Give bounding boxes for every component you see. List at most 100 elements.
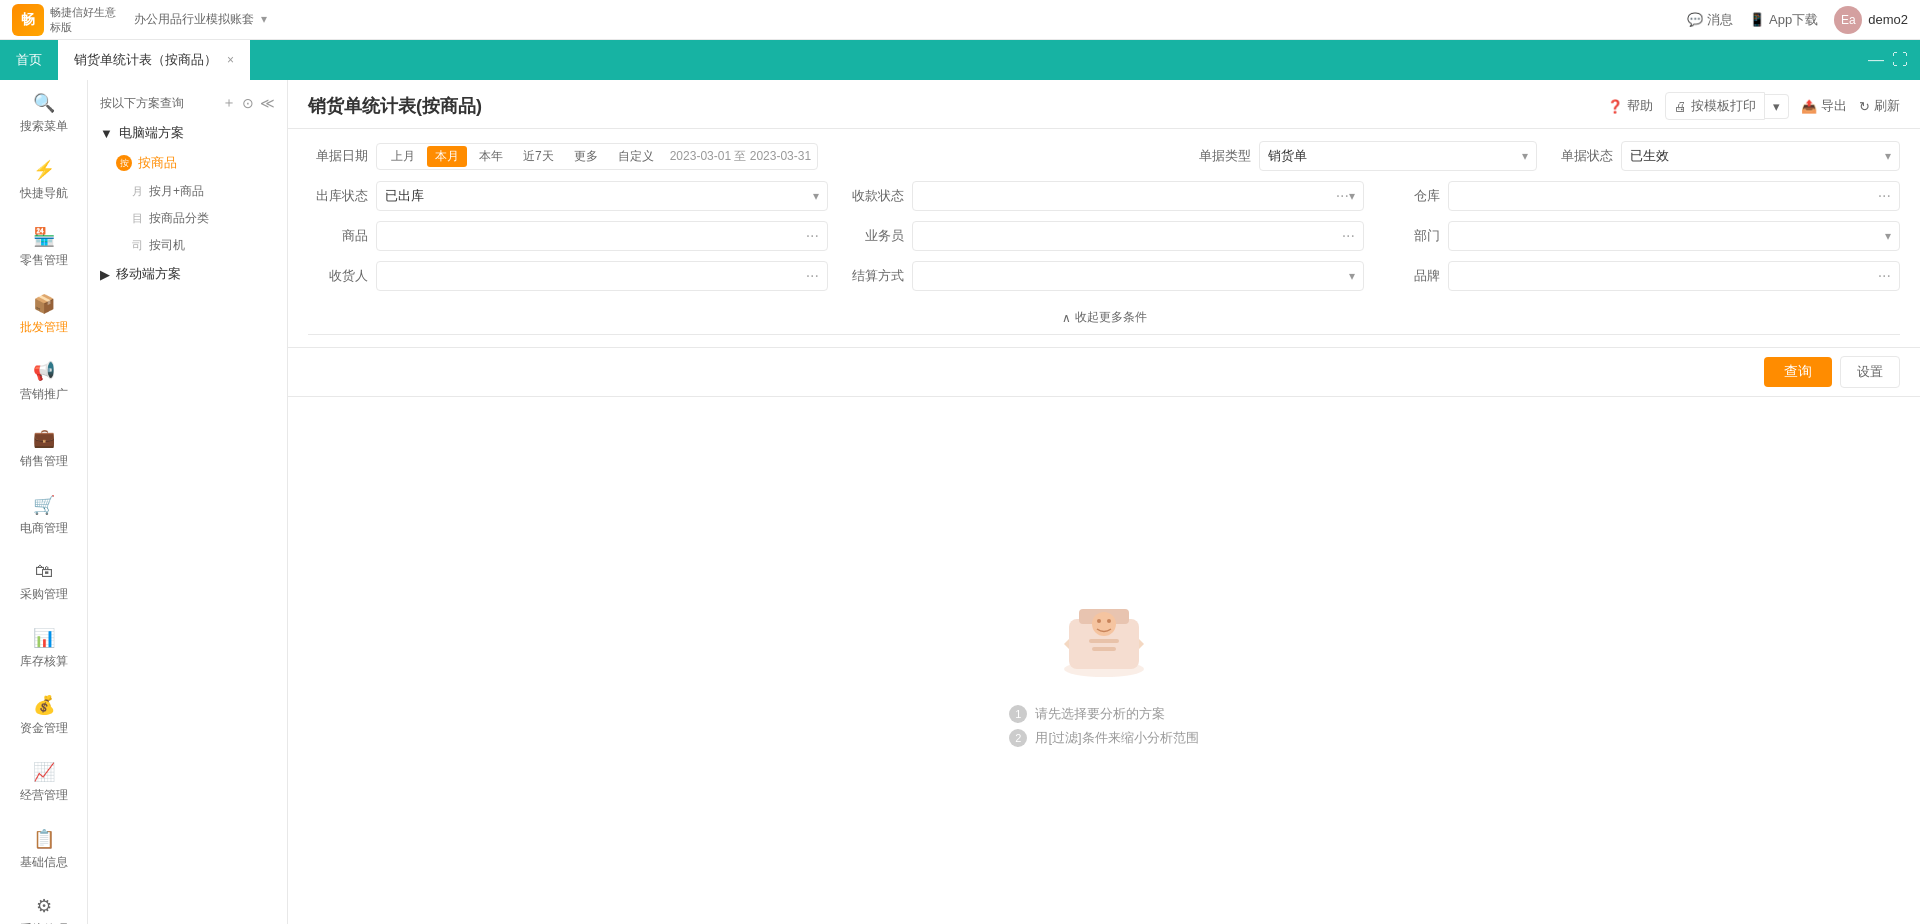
topbar-subtitle: 办公用品行业模拟账套 ▾ — [134, 11, 267, 28]
scheme-collapse-icon[interactable]: ≪ — [260, 95, 275, 111]
goods-dots-icon[interactable]: ··· — [806, 227, 819, 245]
goods-select[interactable]: ··· — [376, 221, 828, 251]
sidebar-item-operations[interactable]: 📈 经营管理 — [0, 749, 87, 816]
filter-row-3: 商品 ··· 业务员 ··· 部门 — [308, 221, 1900, 251]
print-icon: 🖨 — [1674, 99, 1687, 114]
scheme-settings-icon[interactable]: ⊙ — [242, 95, 254, 111]
refresh-button[interactable]: ↻ 刷新 — [1859, 97, 1900, 115]
scheme-add-icon[interactable]: ＋ — [222, 94, 236, 112]
purchase-icon: 🛍 — [4, 561, 83, 582]
payment-status-arrow-icon: ▾ — [1349, 189, 1355, 203]
date-7days-btn[interactable]: 近7天 — [515, 146, 562, 167]
doctype-select[interactable]: 销货单 ▾ — [1259, 141, 1538, 171]
tab-minimize-icon[interactable]: — — [1868, 51, 1884, 69]
outstatus-label: 出库状态 — [308, 187, 368, 205]
outstatus-select[interactable]: 已出库 ▾ — [376, 181, 828, 211]
salesperson-select[interactable]: ··· — [912, 221, 1364, 251]
tab-close-icon[interactable]: × — [227, 53, 234, 67]
sidebar-item-search[interactable]: 🔍 搜索菜单 — [0, 80, 87, 147]
finance-icon: 💰 — [4, 694, 83, 716]
user-avatar-area[interactable]: Ea demo2 — [1834, 6, 1908, 34]
help-button[interactable]: ❓ 帮助 — [1607, 97, 1653, 115]
export-button[interactable]: 📤 导出 — [1801, 97, 1847, 115]
consignee-dots-icon[interactable]: ··· — [806, 267, 819, 285]
main-panel: 销货单统计表(按商品) ❓ 帮助 🖨 按模板打印 ▾ 📤 — [288, 80, 1920, 924]
warehouse-dots-icon[interactable]: ··· — [1878, 187, 1891, 205]
scheme-panel-header: 按以下方案查询 ＋ ⊙ ≪ — [88, 88, 287, 118]
scheme-group-pc-title[interactable]: ▼ 电脑端方案 — [88, 118, 287, 148]
filter-brand-field: 品牌 ··· — [1380, 261, 1900, 291]
date-more-btn[interactable]: 更多 — [566, 146, 606, 167]
settings-button[interactable]: 设置 — [1840, 356, 1900, 388]
sidebar-item-retail[interactable]: 🏪 零售管理 — [0, 214, 87, 281]
scheme-group-mobile-title[interactable]: ▶ 移动端方案 — [88, 259, 287, 289]
sidebar-item-sales[interactable]: 💼 销售管理 — [0, 415, 87, 482]
svg-rect-7 — [1092, 647, 1116, 651]
scheme-item-by-goods[interactable]: 按 按商品 — [88, 148, 287, 178]
print-button[interactable]: 🖨 按模板打印 — [1665, 92, 1765, 120]
date-custom-btn[interactable]: 自定义 — [610, 146, 662, 167]
collapse-btn[interactable]: ∧ 收起更多条件 — [1062, 309, 1147, 326]
print-button-group: 🖨 按模板打印 ▾ — [1665, 92, 1789, 120]
filter-area: 单据日期 上月 本月 本年 近7天 更多 自定义 2023-03-01 至 20… — [288, 129, 1920, 348]
sidebar-item-purchase[interactable]: 🛍 采购管理 — [0, 549, 87, 615]
brand-select[interactable]: ··· — [1448, 261, 1900, 291]
consignee-select[interactable]: ··· — [376, 261, 828, 291]
sidebar-item-inventory[interactable]: 📊 库存核算 — [0, 615, 87, 682]
payment-status-label: 收款状态 — [844, 187, 904, 205]
warehouse-label: 仓库 — [1380, 187, 1440, 205]
sidebar-item-wholesale[interactable]: 📦 批发管理 — [0, 281, 87, 348]
tab-maximize-icon[interactable]: ⛶ — [1892, 51, 1908, 69]
warehouse-select[interactable]: ··· — [1448, 181, 1900, 211]
app-download-button[interactable]: 📱 App下载 — [1749, 11, 1818, 29]
svg-point-5 — [1107, 619, 1111, 623]
scheme-item-by-month-goods[interactable]: 月 按月+商品 — [88, 178, 287, 205]
date-year-btn[interactable]: 本年 — [471, 146, 511, 167]
dept-select[interactable]: ▾ — [1448, 221, 1900, 251]
svg-point-4 — [1097, 619, 1101, 623]
brand-label: 品牌 — [1380, 267, 1440, 285]
logo-area: 畅 畅捷信好生意 标版 — [12, 4, 116, 36]
tab-active[interactable]: 销货单统计表（按商品） × — [58, 40, 250, 80]
sub-icon-category: 目 — [132, 211, 143, 226]
filter-row-2: 出库状态 已出库 ▾ 收款状态 ··· ▾ — [308, 181, 1900, 211]
filter-row-1: 单据日期 上月 本月 本年 近7天 更多 自定义 2023-03-01 至 20… — [308, 141, 1900, 171]
query-button[interactable]: 查询 — [1764, 357, 1832, 387]
tab-home[interactable]: 首页 — [0, 40, 58, 80]
brand-dots-icon[interactable]: ··· — [1878, 267, 1891, 285]
filter-date-field: 单据日期 上月 本月 本年 近7天 更多 自定义 2023-03-01 至 20… — [308, 143, 1175, 170]
payment-status-dots-icon[interactable]: ··· — [1336, 187, 1349, 205]
scheme-item-by-category[interactable]: 目 按商品分类 — [88, 205, 287, 232]
group-expand-icon: ▼ — [100, 126, 113, 141]
date-prev-month-btn[interactable]: 上月 — [383, 146, 423, 167]
sidebar-item-finance[interactable]: 💰 资金管理 — [0, 682, 87, 749]
payment-method-select[interactable]: ▾ — [912, 261, 1364, 291]
subtitle-arrow-icon: ▾ — [261, 12, 267, 26]
sidebar: 🔍 搜索菜单 ⚡ 快捷导航 🏪 零售管理 📦 批发管理 📢 营销推广 💼 销售管… — [0, 80, 88, 924]
docstatus-select[interactable]: 已生效 ▾ — [1621, 141, 1900, 171]
sidebar-item-basics[interactable]: 📋 基础信息 — [0, 816, 87, 883]
scheme-item-by-driver[interactable]: 司 按司机 — [88, 232, 287, 259]
print-dropdown-button[interactable]: ▾ — [1765, 94, 1789, 119]
help-icon: ❓ — [1607, 99, 1623, 114]
sidebar-item-quicknav[interactable]: ⚡ 快捷导航 — [0, 147, 87, 214]
sidebar-item-ecommerce[interactable]: 🛒 电商管理 — [0, 482, 87, 549]
docstatus-arrow-icon: ▾ — [1885, 149, 1891, 163]
salesperson-dots-icon[interactable]: ··· — [1342, 227, 1355, 245]
message-button[interactable]: 💬 消息 — [1687, 11, 1733, 29]
date-current-month-btn[interactable]: 本月 — [427, 146, 467, 167]
refresh-icon: ↻ — [1859, 99, 1870, 114]
topbar: 畅 畅捷信好生意 标版 办公用品行业模拟账套 ▾ 💬 消息 📱 App下载 Ea… — [0, 0, 1920, 40]
sidebar-item-marketing[interactable]: 📢 营销推广 — [0, 348, 87, 415]
sidebar-item-system[interactable]: ⚙ 系统管理 — [0, 883, 87, 924]
goods-label: 商品 — [308, 227, 368, 245]
filter-docstatus-field: 单据状态 已生效 ▾ — [1553, 141, 1900, 171]
salesperson-label: 业务员 — [844, 227, 904, 245]
docstatus-label: 单据状态 — [1553, 147, 1613, 165]
group-expand-icon-mobile: ▶ — [100, 267, 110, 282]
phone-icon: 📱 — [1749, 12, 1765, 27]
action-bar: 查询 设置 — [288, 348, 1920, 397]
date-picker-group[interactable]: 上月 本月 本年 近7天 更多 自定义 2023-03-01 至 2023-03… — [376, 143, 818, 170]
dept-label: 部门 — [1380, 227, 1440, 245]
payment-status-select[interactable]: ··· ▾ — [912, 181, 1364, 211]
